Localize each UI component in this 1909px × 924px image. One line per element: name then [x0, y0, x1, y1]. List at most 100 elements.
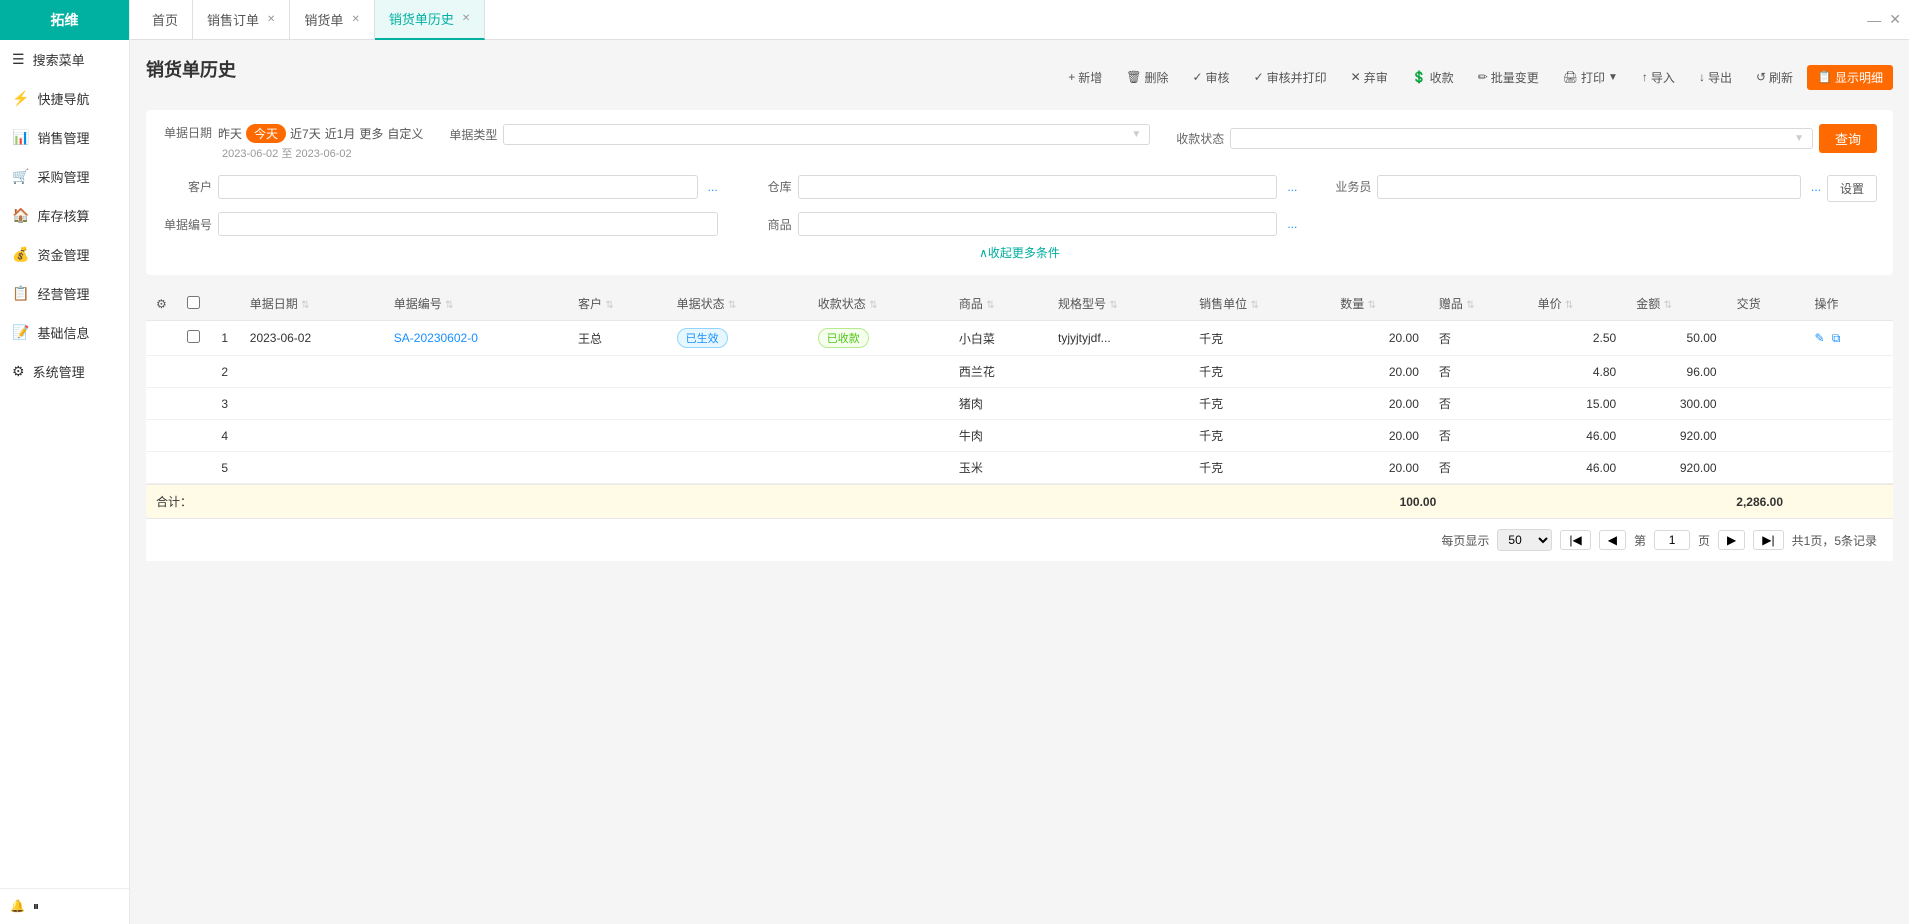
- tab-sales-delivery-close[interactable]: ✕: [351, 14, 359, 25]
- col-transaction-label: 交货: [1737, 297, 1761, 311]
- salesperson-input[interactable]: [1377, 175, 1801, 199]
- tab-sales-order[interactable]: 销售订单 ✕: [193, 0, 290, 40]
- batch-change-button[interactable]: ✏ 批量变更: [1468, 65, 1549, 90]
- page-number-input[interactable]: [1654, 530, 1690, 550]
- col-spec[interactable]: 规格型号 ⇅: [1048, 287, 1189, 321]
- sidebar-item-search-menu[interactable]: ☰ 搜索菜单: [0, 40, 129, 79]
- col-amount-sort-icon: ⇅: [1664, 300, 1672, 311]
- cell-doc-status: [667, 356, 808, 388]
- sidebar-item-purchase-mgmt[interactable]: 🛒 采购管理: [0, 157, 129, 196]
- goods-dots[interactable]: ...: [1287, 217, 1297, 231]
- pause-icon[interactable]: ⏸: [33, 899, 39, 914]
- row-checkbox[interactable]: [187, 330, 200, 343]
- query-button[interactable]: 查询: [1819, 124, 1877, 153]
- notification-icon[interactable]: 🔔: [10, 899, 25, 914]
- col-payment-status[interactable]: 收款状态 ⇅: [808, 287, 949, 321]
- col-doc-status[interactable]: 单据状态 ⇅: [667, 287, 808, 321]
- cell-doc-no[interactable]: [384, 388, 568, 420]
- review-print-button[interactable]: ✓ 审核并打印: [1244, 65, 1337, 90]
- last-page-button[interactable]: ▶|: [1753, 530, 1783, 550]
- per-page-select[interactable]: 50 100 200: [1497, 529, 1552, 551]
- sidebar-item-funds-mgmt[interactable]: 💰 资金管理: [0, 235, 129, 274]
- sidebar-item-sys-mgmt[interactable]: ⚙ 系统管理: [0, 352, 129, 391]
- col-goods[interactable]: 商品 ⇅: [949, 287, 1048, 321]
- col-gift[interactable]: 赠品 ⇅: [1429, 287, 1528, 321]
- add-button[interactable]: + 新增: [1058, 65, 1112, 90]
- tab-sales-order-close[interactable]: ✕: [267, 14, 275, 25]
- shortcut-yesterday[interactable]: 昨天: [218, 125, 242, 142]
- delete-button[interactable]: 🗑 删除: [1116, 65, 1178, 90]
- edit-action[interactable]: ✎: [1814, 331, 1824, 345]
- customer-input[interactable]: [218, 175, 698, 199]
- copy-action[interactable]: ⧉: [1832, 331, 1841, 345]
- goods-input[interactable]: [798, 212, 1278, 236]
- shortcut-more[interactable]: 更多: [359, 125, 383, 142]
- col-date[interactable]: 单据日期 ⇅: [240, 287, 384, 321]
- cell-checkbox[interactable]: [177, 356, 210, 388]
- col-checkbox-header[interactable]: [177, 287, 210, 321]
- refresh-button[interactable]: ↺ 刷新: [1746, 65, 1803, 90]
- cell-checkbox[interactable]: [177, 388, 210, 420]
- warehouse-input[interactable]: [798, 175, 1278, 199]
- cell-qty: 20.00: [1330, 321, 1429, 356]
- col-unit-price[interactable]: 单价 ⇅: [1528, 287, 1627, 321]
- customer-label: 客户: [162, 178, 212, 195]
- cell-qty: 20.00: [1330, 388, 1429, 420]
- sidebar-item-label: 资金管理: [37, 245, 89, 264]
- first-page-button[interactable]: |◀: [1560, 530, 1590, 550]
- col-customer[interactable]: 客户 ⇅: [568, 287, 667, 321]
- shortcut-7days[interactable]: 近7天: [290, 125, 321, 142]
- col-unit[interactable]: 销售单位 ⇅: [1189, 287, 1330, 321]
- sidebar-item-basic-info[interactable]: 📝 基础信息: [0, 313, 129, 352]
- next-page-button[interactable]: ▶: [1718, 530, 1745, 550]
- col-doc-no[interactable]: 单据编号 ⇅: [384, 287, 568, 321]
- window-close-icon[interactable]: ✕: [1889, 11, 1901, 28]
- show-detail-button[interactable]: 📋 显示明细: [1807, 65, 1893, 90]
- abandon-button[interactable]: ✕ 弃审: [1341, 65, 1398, 90]
- col-amount[interactable]: 金额 ⇅: [1626, 287, 1726, 321]
- sidebar-item-operations[interactable]: 📋 经营管理: [0, 274, 129, 313]
- export-button[interactable]: ↓ 导出: [1689, 65, 1742, 90]
- cell-num: 3: [210, 388, 240, 420]
- select-all-checkbox[interactable]: [187, 296, 200, 309]
- tab-sales-delivery[interactable]: 销货单 ✕: [290, 0, 374, 40]
- cell-doc-no[interactable]: SA-20230602-0: [384, 321, 568, 356]
- customer-dots[interactable]: ...: [708, 180, 718, 194]
- tab-sales-history[interactable]: 销货单历史 ✕: [375, 0, 485, 40]
- shortcut-today[interactable]: 今天: [246, 124, 286, 143]
- tab-home[interactable]: 首页: [138, 0, 193, 40]
- sidebar-item-sales-mgmt[interactable]: 📊 销售管理: [0, 118, 129, 157]
- prev-page-button[interactable]: ◀: [1599, 530, 1626, 550]
- collect-button[interactable]: 💲 收款: [1402, 65, 1464, 90]
- settings-button[interactable]: 设置: [1827, 175, 1877, 202]
- shortcut-1month[interactable]: 近1月: [325, 125, 356, 142]
- tab-sales-history-close[interactable]: ✕: [462, 13, 470, 24]
- doc-type-select[interactable]: ▼: [503, 124, 1150, 145]
- sidebar-item-inventory[interactable]: 🏠 库存核算: [0, 196, 129, 235]
- sidebar-item-quick-nav[interactable]: ⚡ 快捷导航: [0, 79, 129, 118]
- salesperson-dots[interactable]: ...: [1811, 180, 1821, 194]
- doc-no-input[interactable]: [218, 212, 718, 236]
- salesperson-label: 业务员: [1321, 178, 1371, 195]
- col-settings[interactable]: ⚙: [146, 287, 177, 321]
- cell-checkbox[interactable]: [177, 420, 210, 452]
- shortcut-custom[interactable]: 自定义: [387, 125, 423, 142]
- review-button[interactable]: ✓ 审核: [1182, 65, 1239, 90]
- cell-doc-no[interactable]: [384, 452, 568, 484]
- warehouse-dots[interactable]: ...: [1287, 180, 1297, 194]
- cell-checkbox[interactable]: [177, 452, 210, 484]
- cell-doc-no[interactable]: [384, 356, 568, 388]
- import-button[interactable]: ↑ 导入: [1632, 65, 1685, 90]
- payment-status-select[interactable]: ▼: [1230, 128, 1813, 149]
- collapse-up-icon: ∧: [979, 246, 988, 260]
- window-minimize-icon[interactable]: —: [1867, 12, 1881, 28]
- cell-action: [1804, 420, 1893, 452]
- collapse-filter[interactable]: ∧ 收起更多条件: [162, 244, 1877, 261]
- print-button[interactable]: 🖨 打印 ▼: [1553, 65, 1628, 90]
- basic-info-icon: 📝: [12, 324, 29, 341]
- collapse-label: 收起更多条件: [988, 244, 1060, 261]
- cell-checkbox[interactable]: [177, 321, 210, 356]
- col-qty[interactable]: 数量 ⇅: [1330, 287, 1429, 321]
- doc-no-link[interactable]: SA-20230602-0: [394, 331, 478, 345]
- cell-doc-no[interactable]: [384, 420, 568, 452]
